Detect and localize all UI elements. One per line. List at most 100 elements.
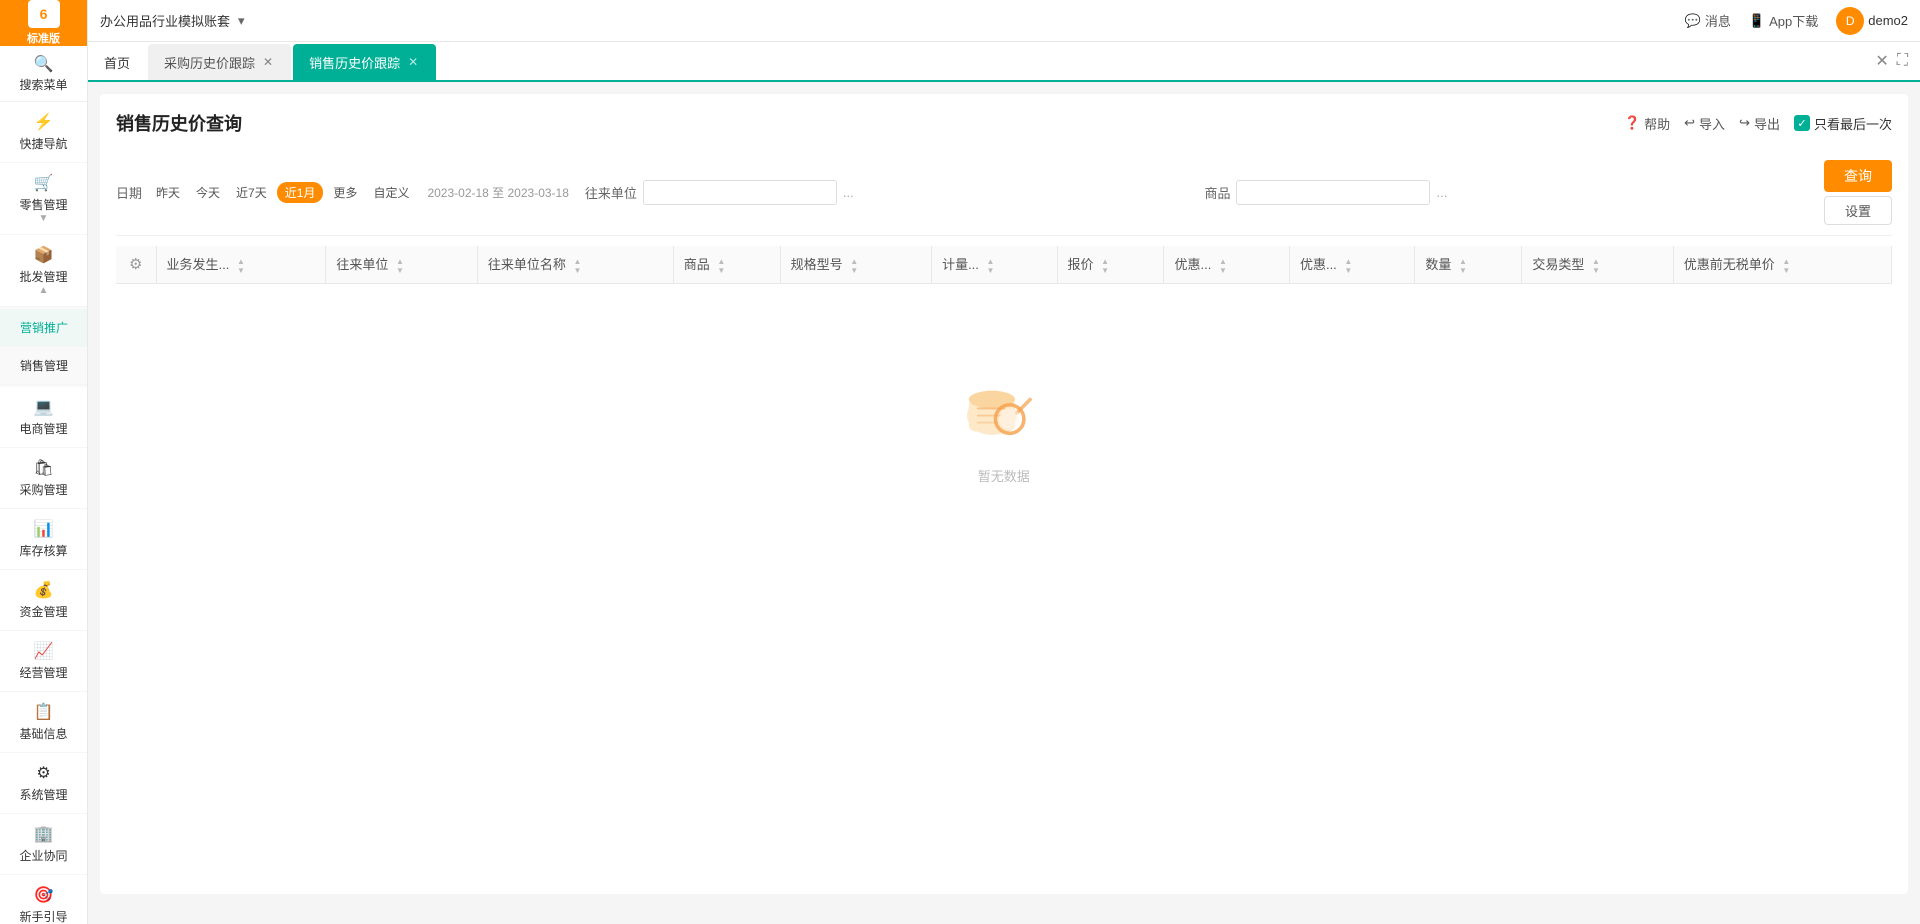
goods-filter-dots[interactable]: ... <box>1436 185 1447 200</box>
only-last-checkbox-box: ✓ <box>1794 115 1810 131</box>
partner-filter-group: 往来单位 ... <box>585 180 1189 205</box>
date-options: 昨天 今天 近7天 近1月 更多 自定义 <box>150 182 415 203</box>
sort-icon-spec: ▲▼ <box>850 257 858 275</box>
col-discount2[interactable]: 优惠... ▲▼ <box>1289 246 1414 283</box>
finance-icon: 💰 <box>34 580 54 600</box>
export-label: 导出 <box>1754 114 1780 133</box>
sidebar-item-quick-nav[interactable]: ⚡ 快捷导航 <box>0 102 88 163</box>
tab-close-all-button[interactable]: ✕ <box>1875 51 1888 71</box>
sidebar-item-purchase[interactable]: 🛍 采购管理 <box>0 448 88 509</box>
tab-purchase-history[interactable]: 采购历史价跟踪 ✕ <box>148 44 291 80</box>
ecommerce-icon: 💻 <box>34 397 54 417</box>
sidebar-item-enterprise[interactable]: 🏢 企业协同 <box>0 814 88 875</box>
logo-text: 标准版 <box>27 30 60 46</box>
sidebar-item-basic[interactable]: 📋 基础信息 <box>0 692 88 753</box>
sort-icon-qty: ▲▼ <box>1459 257 1467 275</box>
tab-sales-close[interactable]: ✕ <box>406 55 420 69</box>
import-button[interactable]: ↩ 导入 <box>1684 114 1725 133</box>
col-partner-code[interactable]: 往来单位 ▲▼ <box>326 246 477 283</box>
empty-state: 暂无数据 <box>116 284 1892 565</box>
sidebar-item-marketing[interactable]: 营销推广 <box>0 309 88 347</box>
help-button[interactable]: ❓ 帮助 <box>1624 114 1670 133</box>
col-trade-type[interactable]: 交易类型 ▲▼ <box>1522 246 1673 283</box>
search-button[interactable]: 查询 <box>1824 160 1892 192</box>
date-btn-more[interactable]: 更多 <box>327 182 363 203</box>
filter-actions: 查询 设置 <box>1824 160 1892 225</box>
col-settings[interactable]: ⚙ <box>116 246 156 283</box>
tab-purchase-close[interactable]: ✕ <box>261 55 275 69</box>
goods-filter-label: 商品 <box>1204 183 1230 202</box>
data-table: ⚙ 业务发生... ▲▼ 往来单位 ▲▼ 往来单位名称 <box>116 246 1892 565</box>
sidebar-item-system[interactable]: ⚙ 系统管理 <box>0 753 88 814</box>
col-partner-name[interactable]: 往来单位名称 ▲▼ <box>477 246 673 283</box>
col-biz-date[interactable]: 业务发生... ▲▼ <box>156 246 326 283</box>
sidebar-item-ecommerce[interactable]: 💻 电商管理 <box>0 387 88 448</box>
page-card: 销售历史价查询 ❓ 帮助 ↩ 导入 ↪ 导出 ✓ <box>100 94 1908 894</box>
only-last-checkbox[interactable]: ✓ 只看最后一次 <box>1794 114 1892 133</box>
topbar: 办公用品行业模拟账套 ▾ 💬 消息 📱 App下载 D demo2 <box>88 0 1920 42</box>
sidebar-search-section[interactable]: 🔍 搜索菜单 <box>0 46 87 102</box>
help-label: 帮助 <box>1644 114 1670 133</box>
export-button[interactable]: ↪ 导出 <box>1739 114 1780 133</box>
date-btn-7days[interactable]: 近7天 <box>230 182 273 203</box>
tab-home[interactable]: 首页 <box>88 44 146 80</box>
page-header: 销售历史价查询 ❓ 帮助 ↩ 导入 ↪ 导出 ✓ <box>116 110 1892 136</box>
wholesale-submenu: 营销推广 销售管理 <box>0 307 87 387</box>
sidebar-item-finance[interactable]: 💰 资金管理 <box>0 570 88 631</box>
sort-icon-goods: ▲▼ <box>717 257 725 275</box>
empty-text: 暂无数据 <box>978 466 1030 485</box>
topbar-left: 办公用品行业模拟账套 ▾ <box>100 11 245 30</box>
sort-icon-trade: ▲▼ <box>1592 257 1600 275</box>
sidebar-item-sales[interactable]: 销售管理 <box>0 347 88 385</box>
only-last-label: 只看最后一次 <box>1814 114 1892 133</box>
sidebar-item-newbie[interactable]: 🎯 新手引导 <box>0 875 88 924</box>
tab-home-label: 首页 <box>104 53 130 72</box>
message-button[interactable]: 💬 消息 <box>1685 11 1731 30</box>
page-title: 销售历史价查询 <box>116 110 242 136</box>
empty-image <box>954 364 1054 454</box>
date-filter-label: 日期 <box>116 183 142 202</box>
newbie-icon: 🎯 <box>34 885 54 905</box>
sort-icon-discount1: ▲▼ <box>1219 257 1227 275</box>
message-icon: 💬 <box>1685 13 1701 29</box>
sidebar-item-ops[interactable]: 📈 经营管理 <box>0 631 88 692</box>
app-logo: 6 标准版 <box>0 0 88 46</box>
col-pretax-price[interactable]: 优惠前无税单价 ▲▼ <box>1673 246 1891 283</box>
export-icon: ↪ <box>1739 115 1750 131</box>
inventory-icon: 📊 <box>34 519 54 539</box>
wholesale-expand-icon: ▲ <box>39 285 49 296</box>
tab-sales-history[interactable]: 销售历史价跟踪 ✕ <box>293 44 436 80</box>
topbar-right: 💬 消息 📱 App下载 D demo2 <box>1685 7 1908 35</box>
tab-expand-button[interactable]: ⛶ <box>1897 52 1908 70</box>
partner-filter-dots[interactable]: ... <box>843 185 854 200</box>
page-header-actions: ❓ 帮助 ↩ 导入 ↪ 导出 ✓ 只看最后一次 <box>1624 114 1892 133</box>
col-qty[interactable]: 数量 ▲▼ <box>1415 246 1522 283</box>
topbar-dropdown-icon[interactable]: ▾ <box>238 13 245 29</box>
col-quote[interactable]: 报价 ▲▼ <box>1057 246 1164 283</box>
import-icon: ↩ <box>1684 115 1695 131</box>
user-menu[interactable]: D demo2 <box>1836 7 1908 35</box>
logo-icon: 6 <box>28 0 60 28</box>
col-discount1[interactable]: 优惠... ▲▼ <box>1164 246 1289 283</box>
app-download-button[interactable]: 📱 App下载 <box>1749 11 1818 30</box>
sidebar-item-inventory[interactable]: 📊 库存核算 <box>0 509 88 570</box>
date-btn-yesterday[interactable]: 昨天 <box>150 182 186 203</box>
partner-filter-label: 往来单位 <box>585 183 637 202</box>
message-label: 消息 <box>1705 11 1731 30</box>
retail-icon: 🛒 <box>34 173 54 193</box>
help-icon: ❓ <box>1624 115 1640 131</box>
sidebar-item-wholesale[interactable]: 📦 批发管理 ▲ <box>0 235 88 307</box>
sidebar-item-retail[interactable]: 🛒 零售管理 ▼ <box>0 163 88 235</box>
col-unit[interactable]: 计量... ▲▼ <box>932 246 1057 283</box>
sort-icon-discount2: ▲▼ <box>1344 257 1352 275</box>
date-btn-1month[interactable]: 近1月 <box>277 182 324 203</box>
col-spec[interactable]: 规格型号 ▲▼ <box>780 246 931 283</box>
settings-icon: ⚙ <box>129 256 142 273</box>
search-menu-label[interactable]: 搜索菜单 <box>19 76 67 93</box>
partner-filter-input[interactable] <box>643 180 837 205</box>
settings-button[interactable]: 设置 <box>1824 196 1892 225</box>
date-btn-today[interactable]: 今天 <box>190 182 226 203</box>
date-btn-custom[interactable]: 自定义 <box>367 182 415 203</box>
col-goods[interactable]: 商品 ▲▼ <box>673 246 780 283</box>
goods-filter-input[interactable] <box>1236 180 1430 205</box>
